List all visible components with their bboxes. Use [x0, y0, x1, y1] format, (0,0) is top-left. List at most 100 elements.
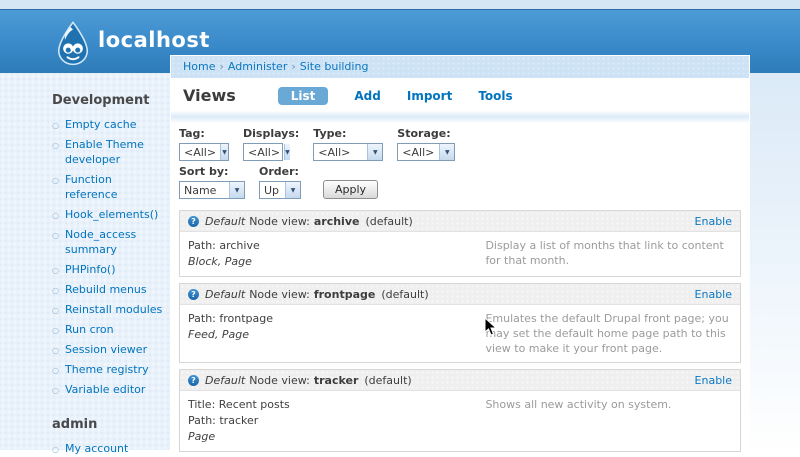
- enable-link[interactable]: Enable: [695, 374, 732, 387]
- sidebar-link[interactable]: Reinstall modules: [65, 303, 162, 316]
- drupal-logo[interactable]: [54, 20, 92, 70]
- breadcrumb-link-home[interactable]: Home: [183, 60, 215, 73]
- sidebar-link[interactable]: Variable editor: [65, 383, 145, 396]
- sidebar-link[interactable]: PHPinfo(): [65, 263, 116, 276]
- sidebar-item-variable-editor[interactable]: ○ Variable editor: [52, 382, 164, 397]
- enable-link[interactable]: Enable: [695, 215, 732, 228]
- sidebar-link[interactable]: Session viewer: [65, 343, 147, 356]
- view-description: Display a list of months that link to co…: [485, 239, 724, 267]
- tag-select[interactable]: <All> ▼: [179, 143, 229, 161]
- filter-sort-by: Sort by: Name ▼: [179, 165, 245, 199]
- view-details: Path: archive Block, Page: [188, 238, 485, 270]
- sidebar-item-session-viewer[interactable]: ○ Session viewer: [52, 342, 164, 357]
- sidebar-section-title-admin: admin: [52, 417, 98, 432]
- dropdown-arrow-icon: ▼: [229, 182, 244, 198]
- dropdown-arrow-icon: ▼: [284, 144, 290, 160]
- view-description: Emulates the default Drupal front page; …: [485, 312, 729, 355]
- tab-tools[interactable]: Tools: [478, 89, 512, 103]
- view-name: archive: [313, 214, 360, 228]
- sidebar-item-phpinfo[interactable]: ○ PHPinfo(): [52, 262, 164, 277]
- sort-by-select[interactable]: Name ▼: [179, 181, 245, 199]
- sidebar-item-enable-theme-developer[interactable]: ○ Enable Theme developer: [52, 137, 164, 167]
- help-icon[interactable]: ?: [188, 215, 199, 227]
- filter-order: Order: Up ▼: [259, 165, 301, 199]
- sidebar-item-function-reference[interactable]: ○ Function reference: [52, 172, 164, 202]
- tab-list[interactable]: List: [277, 86, 329, 105]
- sidebar-link[interactable]: Enable Theme developer: [65, 138, 144, 166]
- view-type-badge: Default: [205, 373, 246, 387]
- circle-bullet-icon: ○: [52, 211, 59, 220]
- view-row-header: ? Default Node view: archive (default) E…: [180, 211, 740, 232]
- tag-label: Tag:: [179, 127, 205, 140]
- site-name[interactable]: localhost: [98, 28, 210, 52]
- sidebar-section-title-development: Development: [52, 93, 150, 108]
- filter-type: Type: <All> ▼: [313, 127, 384, 161]
- circle-bullet-icon: ○: [52, 141, 59, 150]
- tab-import[interactable]: Import: [407, 89, 452, 103]
- view-name: frontpage: [313, 287, 376, 301]
- view-description: Shows all new activity on system.: [485, 398, 672, 411]
- sidebar-link[interactable]: Run cron: [65, 323, 114, 336]
- order-select[interactable]: Up ▼: [259, 181, 301, 199]
- filter-storage: Storage: <All> ▼: [397, 127, 456, 161]
- view-suffix: (default): [364, 373, 412, 387]
- circle-bullet-icon: ○: [52, 366, 59, 375]
- apply-button[interactable]: Apply: [323, 180, 379, 199]
- view-row-body: Path: frontpage Feed, Page Emulates the …: [180, 305, 740, 362]
- breadcrumb-separator: ›: [291, 60, 296, 73]
- title-row: Views List Add Import Tools: [171, 78, 749, 109]
- view-path: Path: tracker: [188, 414, 259, 427]
- view-details: Title: Recent posts Path: tracker Page: [188, 397, 485, 445]
- sidebar-link[interactable]: Empty cache: [65, 118, 137, 131]
- sidebar-item-run-cron[interactable]: ○ Run cron: [52, 322, 164, 337]
- sidebar-item-hook-elements[interactable]: ○ Hook_elements(): [52, 207, 164, 222]
- sidebar-item-empty-cache[interactable]: ○ Empty cache: [52, 117, 164, 132]
- sidebar-link[interactable]: Rebuild menus: [65, 283, 147, 296]
- sidebar-menu-development: ○ Empty cache ○ Enable Theme developer ○ Fu…: [52, 117, 164, 397]
- sidebar-link[interactable]: Node_access summary: [65, 228, 136, 256]
- sidebar-link[interactable]: Hook_elements(): [65, 208, 158, 221]
- filter-row-2: Sort by: Name ▼ Order: Up ▼ Apply: [179, 165, 749, 199]
- view-kind: Node view:: [249, 287, 310, 301]
- page-title: Views: [183, 86, 236, 105]
- displays-label: Displays:: [243, 127, 300, 140]
- mouse-cursor-icon: [484, 316, 498, 340]
- view-suffix: (default): [365, 214, 413, 228]
- breadcrumb: Home › Administer › Site building: [171, 56, 749, 78]
- sort-by-label: Sort by:: [179, 165, 229, 178]
- storage-select[interactable]: <All> ▼: [397, 143, 456, 161]
- circle-bullet-icon: ○: [52, 326, 59, 335]
- sidebar-item-node-access-summary[interactable]: ○ Node_access summary: [52, 227, 164, 257]
- view-displays: Feed, Page: [188, 328, 249, 341]
- sidebar-link[interactable]: Theme registry: [65, 363, 149, 376]
- circle-bullet-icon: ○: [52, 346, 59, 355]
- tab-add[interactable]: Add: [354, 89, 380, 103]
- type-select[interactable]: <All> ▼: [313, 143, 384, 161]
- displays-select[interactable]: <All> ▼: [243, 143, 290, 161]
- view-title: Title: Recent posts: [188, 398, 290, 411]
- view-row-archive: ? Default Node view: archive (default) E…: [179, 210, 741, 277]
- circle-bullet-icon: ○: [52, 286, 59, 295]
- order-label: Order:: [259, 165, 299, 178]
- view-row-frontpage: ? Default Node view: frontpage (default)…: [179, 283, 741, 363]
- sidebar-item-theme-registry[interactable]: ○ Theme registry: [52, 362, 164, 377]
- enable-link[interactable]: Enable: [695, 288, 732, 301]
- filter-row-1: Tag: <All> ▼ Displays: <All> ▼ Type: <All>…: [179, 127, 749, 161]
- view-row-header: ? Default Node view: tracker (default) E…: [180, 370, 740, 391]
- sidebar-link[interactable]: Function reference: [65, 173, 118, 201]
- circle-bullet-icon: ○: [52, 306, 59, 315]
- view-type-badge: Default: [205, 214, 246, 228]
- sidebar-item-my-account[interactable]: ○ My account: [52, 441, 164, 456]
- sidebar-link[interactable]: My account: [65, 442, 128, 455]
- sidebar-item-reinstall-modules[interactable]: ○ Reinstall modules: [52, 302, 164, 317]
- help-icon[interactable]: ?: [188, 288, 199, 300]
- tab-underline-band: [171, 111, 749, 123]
- breadcrumb-link-site-building[interactable]: Site building: [300, 60, 369, 73]
- sidebar-item-rebuild-menus[interactable]: ○ Rebuild menus: [52, 282, 164, 297]
- breadcrumb-link-administer[interactable]: Administer: [228, 60, 287, 73]
- drupal-drop-shape: [57, 21, 89, 66]
- filter-tag: Tag: <All> ▼: [179, 127, 229, 161]
- circle-bullet-icon: ○: [52, 445, 59, 454]
- view-row-body: Path: archive Block, Page Display a list…: [180, 232, 740, 276]
- help-icon[interactable]: ?: [188, 374, 199, 386]
